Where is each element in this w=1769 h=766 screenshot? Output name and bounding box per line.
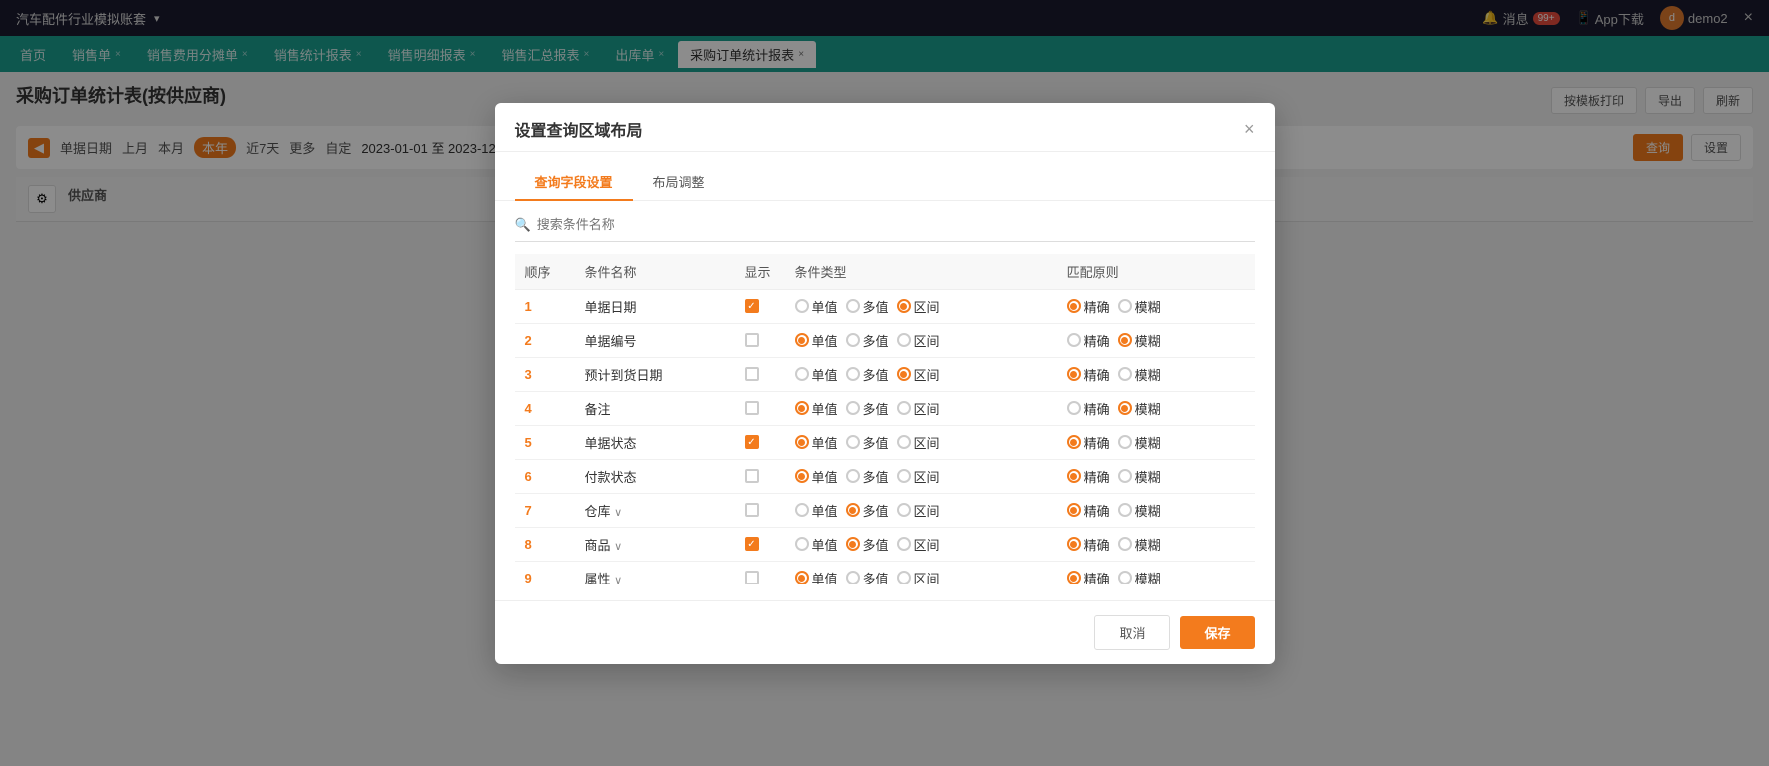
- search-input[interactable]: [537, 217, 1255, 232]
- checkbox[interactable]: [745, 367, 759, 381]
- row-name: 单据日期: [575, 289, 735, 323]
- table-row: 2单据编号 单值 多值 区间 精确 模糊: [515, 323, 1255, 357]
- row-type: 单值 多值 区间: [785, 425, 1057, 459]
- table-header-row: 顺序 条件名称 显示 条件类型 匹配原则: [515, 254, 1255, 290]
- modal-body: 🔍 顺序 条件名称 显示 条件类型 匹配原则: [495, 201, 1275, 600]
- checkbox[interactable]: [745, 571, 759, 584]
- row-display[interactable]: [735, 391, 785, 425]
- modal-tabs: 查询字段设置 布局调整: [495, 152, 1275, 201]
- row-type: 单值 多值 区间: [785, 323, 1057, 357]
- row-display[interactable]: ✓: [735, 289, 785, 323]
- row-match: 精确 模糊: [1057, 493, 1255, 527]
- row-match: 精确 模糊: [1057, 323, 1255, 357]
- modal-title: 设置查询区域布局: [515, 117, 643, 141]
- row-display[interactable]: [735, 323, 785, 357]
- row-type: 单值 多值 区间: [785, 493, 1057, 527]
- row-display[interactable]: [735, 561, 785, 584]
- row-type: 单值 多值 区间: [785, 527, 1057, 561]
- modal-header: 设置查询区域布局 ×: [495, 103, 1275, 152]
- row-seq: 6: [515, 459, 575, 493]
- row-name: 付款状态: [575, 459, 735, 493]
- row-seq: 5: [515, 425, 575, 459]
- table-row: 8商品 ∨ ✓ 单值 多值 区间 精确 模糊: [515, 527, 1255, 561]
- th-type: 条件类型: [785, 254, 1057, 290]
- config-table-scroll: 顺序 条件名称 显示 条件类型 匹配原则 1单据日期✓ 单值 多值: [515, 254, 1255, 584]
- th-name: 条件名称: [575, 254, 735, 290]
- tab-query-fields[interactable]: 查询字段设置: [515, 164, 633, 201]
- cancel-button[interactable]: 取消: [1094, 615, 1170, 650]
- row-seq: 9: [515, 561, 575, 584]
- row-name: 商品 ∨: [575, 527, 735, 561]
- table-row: 7仓库 ∨ 单值 多值 区间 精确 模糊: [515, 493, 1255, 527]
- checkbox[interactable]: ✓: [745, 435, 759, 449]
- row-seq: 7: [515, 493, 575, 527]
- row-match: 精确 模糊: [1057, 289, 1255, 323]
- row-display[interactable]: [735, 357, 785, 391]
- row-seq: 4: [515, 391, 575, 425]
- row-match: 精确 模糊: [1057, 527, 1255, 561]
- row-name: 备注: [575, 391, 735, 425]
- th-match: 匹配原则: [1057, 254, 1255, 290]
- row-name: 单据编号: [575, 323, 735, 357]
- row-type: 单值 多值 区间: [785, 357, 1057, 391]
- table-row: 1单据日期 ✓ 单值 多值 区间 精确 模糊: [515, 289, 1255, 323]
- row-type: 单值 多值 区间: [785, 459, 1057, 493]
- row-name: 预计到货日期: [575, 357, 735, 391]
- config-table: 顺序 条件名称 显示 条件类型 匹配原则 1单据日期✓ 单值 多值: [515, 254, 1255, 584]
- checkbox[interactable]: [745, 503, 759, 517]
- row-match: 精确 模糊: [1057, 391, 1255, 425]
- row-match: 精确 模糊: [1057, 561, 1255, 584]
- th-seq: 顺序: [515, 254, 575, 290]
- search-icon: 🔍: [515, 217, 531, 233]
- row-type: 单值 多值 区间: [785, 289, 1057, 323]
- row-match: 精确 模糊: [1057, 425, 1255, 459]
- checkbox[interactable]: ✓: [745, 299, 759, 313]
- save-button[interactable]: 保存: [1180, 616, 1254, 649]
- row-match: 精确 模糊: [1057, 357, 1255, 391]
- table-row: 6付款状态 单值 多值 区间 精确 模糊: [515, 459, 1255, 493]
- row-display[interactable]: ✓: [735, 425, 785, 459]
- table-row: 9属性 ∨ 单值 多值 区间 精确 模糊: [515, 561, 1255, 584]
- row-seq: 8: [515, 527, 575, 561]
- checkbox[interactable]: [745, 469, 759, 483]
- row-display[interactable]: [735, 493, 785, 527]
- row-name: 仓库 ∨: [575, 493, 735, 527]
- row-display[interactable]: [735, 459, 785, 493]
- row-seq: 3: [515, 357, 575, 391]
- checkbox[interactable]: [745, 401, 759, 415]
- table-row: 5单据状态 ✓ 单值 多值 区间 精确 模糊: [515, 425, 1255, 459]
- modal-close-button[interactable]: ×: [1244, 120, 1255, 138]
- row-name: 单据状态: [575, 425, 735, 459]
- table-row: 3预计到货日期 单值 多值 区间 精确 模糊: [515, 357, 1255, 391]
- table-row: 4备注 单值 多值 区间 精确 模糊: [515, 391, 1255, 425]
- modal-footer: 取消 保存: [495, 600, 1275, 664]
- tab-layout-adjust[interactable]: 布局调整: [633, 164, 725, 201]
- row-seq: 2: [515, 323, 575, 357]
- checkbox[interactable]: [745, 333, 759, 347]
- modal-dialog: 设置查询区域布局 × 查询字段设置 布局调整 🔍: [495, 103, 1275, 664]
- row-type: 单值 多值 区间: [785, 391, 1057, 425]
- row-type: 单值 多值 区间: [785, 561, 1057, 584]
- row-match: 精确 模糊: [1057, 459, 1255, 493]
- row-display[interactable]: ✓: [735, 527, 785, 561]
- checkbox[interactable]: ✓: [745, 537, 759, 551]
- row-seq: 1: [515, 289, 575, 323]
- row-name: 属性 ∨: [575, 561, 735, 584]
- search-bar: 🔍: [515, 217, 1255, 242]
- modal-overlay: 设置查询区域布局 × 查询字段设置 布局调整 🔍: [0, 0, 1769, 766]
- th-display: 显示: [735, 254, 785, 290]
